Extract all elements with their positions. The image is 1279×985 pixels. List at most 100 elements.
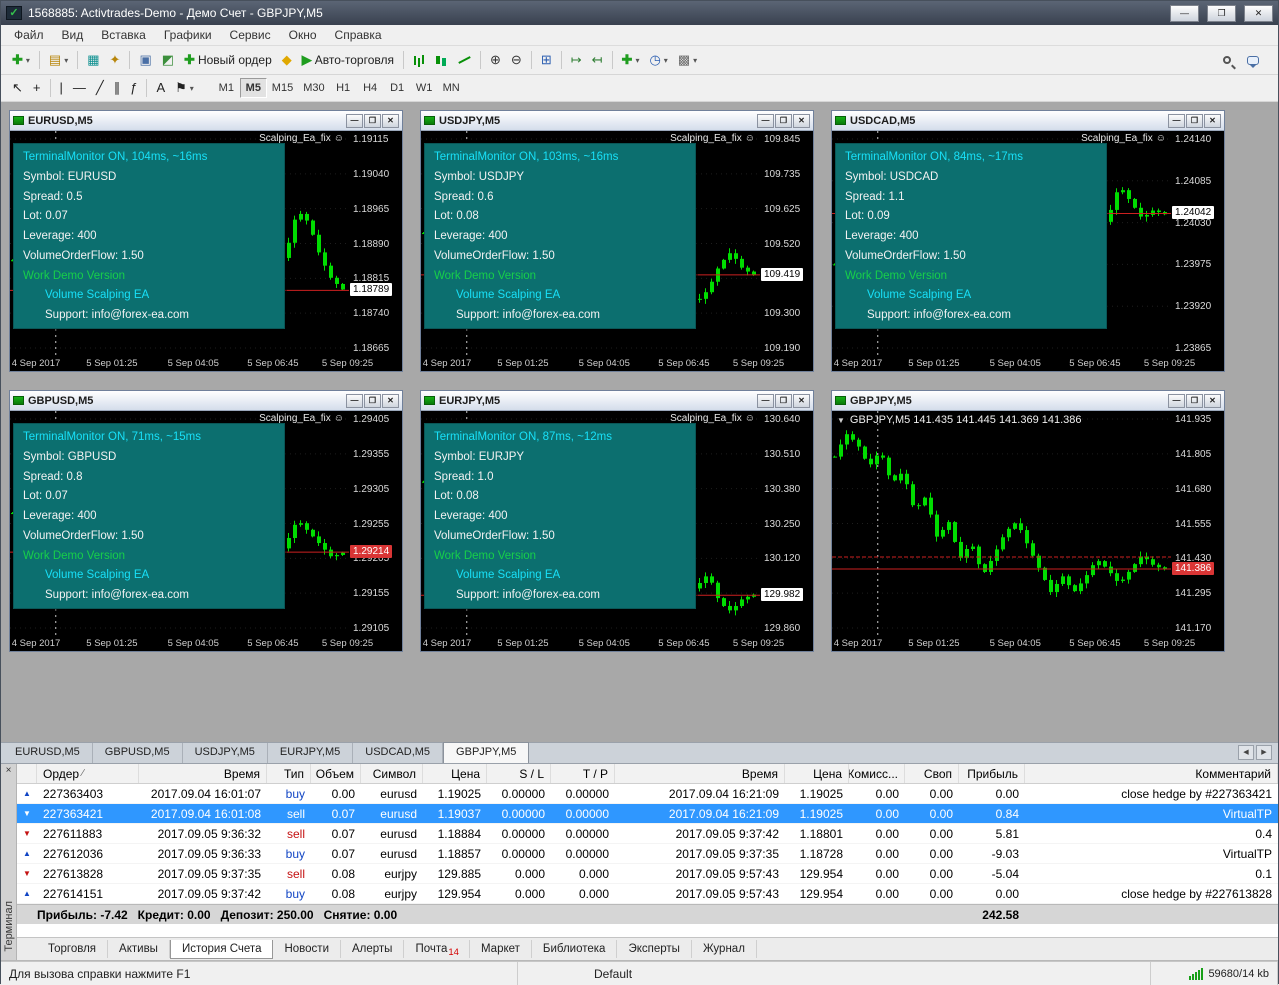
chart-close-button[interactable]: ✕ — [1204, 113, 1221, 128]
chart-restore-button[interactable]: ❐ — [1186, 393, 1203, 408]
timeframe-M15[interactable]: M15 — [267, 78, 298, 98]
terminal-tab-Журнал[interactable]: Журнал — [692, 940, 757, 958]
chart-restore-button[interactable]: ❐ — [775, 113, 792, 128]
chart-tab-EURJPYM5[interactable]: EURJPY,M5 — [268, 743, 354, 763]
terminal-tab-Эксперты[interactable]: Эксперты — [617, 940, 692, 958]
trendline-button[interactable]: ╱ — [91, 78, 109, 98]
auto-scroll-button[interactable]: ↦ — [566, 50, 587, 70]
history-row[interactable]: ▼ 227363421 2017.09.04 16:01:08 sell 0.07 eur… — [17, 804, 1278, 824]
new-chart-button[interactable]: ✚ ▾ — [7, 50, 35, 70]
cursor-button[interactable]: ↖ — [7, 78, 28, 98]
autotrading-button[interactable]: ▶ Авто-торговля — [297, 50, 399, 70]
arrows-button[interactable]: ⚑ ▾ — [170, 78, 199, 98]
chart-minimize-button[interactable]: — — [346, 113, 363, 128]
chart-close-button[interactable]: ✕ — [793, 113, 810, 128]
column-header-symbol[interactable]: Символ — [361, 764, 423, 783]
market-watch-button[interactable]: ▦ — [82, 50, 104, 70]
timeframe-M30[interactable]: M30 — [298, 78, 329, 98]
column-header-close_price[interactable]: Цена — [785, 764, 849, 783]
navigator-button[interactable]: ✦ — [105, 50, 126, 70]
history-row[interactable]: ▼ 227613828 2017.09.05 9:37:35 sell 0.08 eurj… — [17, 864, 1278, 884]
history-row[interactable]: ▲ 227614151 2017.09.05 9:37:42 buy 0.08 eurjp… — [17, 884, 1278, 904]
column-header-tp[interactable]: T / P — [551, 764, 615, 783]
chart-restore-button[interactable]: ❐ — [364, 393, 381, 408]
menu-Вставка[interactable]: Вставка — [92, 26, 155, 44]
timeframe-H4[interactable]: H4 — [357, 78, 384, 98]
terminal-tab-Маркет[interactable]: Маркет — [470, 940, 532, 958]
column-header-profit[interactable]: Прибыль — [959, 764, 1025, 783]
menu-Графики[interactable]: Графики — [155, 26, 221, 44]
history-row[interactable]: ▲ 227363403 2017.09.04 16:01:07 buy 0.00 euru… — [17, 784, 1278, 804]
history-row[interactable]: ▲ 227612036 2017.09.05 9:36:33 buy 0.07 eurus… — [17, 844, 1278, 864]
timeframe-D1[interactable]: D1 — [384, 78, 411, 98]
chart-tab-USDJPYM5[interactable]: USDJPY,M5 — [183, 743, 268, 763]
timeframe-M1[interactable]: M1 — [213, 78, 240, 98]
chart-restore-button[interactable]: ❐ — [1186, 113, 1203, 128]
chart-tab-GBPUSDM5[interactable]: GBPUSD,M5 — [93, 743, 183, 763]
chart-tab-GBPJPYM5[interactable]: GBPJPY,M5 — [443, 742, 530, 763]
terminal-tab-Алерты[interactable]: Алерты — [341, 940, 405, 958]
text-button[interactable]: A — [151, 78, 170, 98]
column-header-open_price[interactable]: Цена — [423, 764, 487, 783]
column-header-comment[interactable]: Комментарий — [1025, 764, 1278, 783]
chart-minimize-button[interactable]: — — [1168, 393, 1185, 408]
tile-windows-button[interactable]: ⊞ — [536, 50, 557, 70]
terminal-tab-Активы[interactable]: Активы — [108, 940, 170, 958]
chart-restore-button[interactable]: ❐ — [775, 393, 792, 408]
zoom-out-button[interactable]: ⊖ — [506, 50, 527, 70]
timeframe-H1[interactable]: H1 — [330, 78, 357, 98]
column-header-sl[interactable]: S / L — [487, 764, 551, 783]
line-chart-button[interactable] — [453, 56, 476, 64]
terminal-tab-Новости[interactable]: Новости — [273, 940, 341, 958]
templates-button[interactable]: ▩ ▾ — [673, 50, 702, 70]
horizontal-line-button[interactable]: — — [68, 78, 91, 98]
terminal-close-button[interactable]: × — [6, 764, 12, 776]
crosshair-button[interactable]: + — [28, 78, 46, 98]
terminal-tab-История Счета[interactable]: История Счета — [169, 939, 274, 959]
vertical-line-button[interactable]: | — [55, 78, 68, 98]
chart-minimize-button[interactable]: — — [1168, 113, 1185, 128]
menu-Сервис[interactable]: Сервис — [221, 26, 280, 44]
chart-tab-USDCADM5[interactable]: USDCAD,M5 — [353, 743, 444, 763]
fibonacci-button[interactable]: ƒ — [125, 78, 142, 98]
close-button[interactable]: ✕ — [1244, 4, 1273, 22]
terminal-tab-Почта[interactable]: Почта14 — [404, 940, 470, 958]
maximize-button[interactable]: ❐ — [1207, 4, 1236, 22]
chart-minimize-button[interactable]: — — [757, 393, 774, 408]
metaeditor-button[interactable]: ◆ — [277, 50, 297, 70]
chart-close-button[interactable]: ✕ — [1204, 393, 1221, 408]
terminal-panel-button[interactable]: ▣ — [134, 50, 156, 70]
chart-shift-button[interactable]: ↤ — [587, 50, 608, 70]
menu-Вид[interactable]: Вид — [53, 26, 93, 44]
chart-close-button[interactable]: ✕ — [382, 393, 399, 408]
column-header-open_time[interactable]: Время — [139, 764, 267, 783]
chart-minimize-button[interactable]: — — [346, 393, 363, 408]
chart-close-button[interactable]: ✕ — [793, 393, 810, 408]
search-button[interactable] — [1218, 53, 1236, 67]
tab-scroll-right-button[interactable]: ▶ — [1256, 745, 1272, 760]
timeframe-W1[interactable]: W1 — [411, 78, 438, 98]
chart-minimize-button[interactable]: — — [757, 113, 774, 128]
chart-tab-EURUSDM5[interactable]: EURUSD,M5 — [3, 743, 93, 763]
column-header-commission[interactable]: Комисс... — [849, 764, 905, 783]
column-header-order[interactable]: Ордер ∕ — [37, 764, 139, 783]
candlestick-chart-button[interactable] — [430, 53, 453, 67]
strategy-tester-button[interactable]: ◩ — [157, 50, 179, 70]
column-header-close_time[interactable]: Время — [615, 764, 785, 783]
collapse-arrow-icon[interactable]: ▼ — [837, 416, 845, 425]
column-header-volume[interactable]: Объем — [311, 764, 361, 783]
menu-Справка[interactable]: Справка — [326, 26, 391, 44]
periods-button[interactable]: ◷ ▾ — [644, 50, 672, 70]
menu-Окно[interactable]: Окно — [280, 26, 326, 44]
chat-button[interactable] — [1242, 53, 1264, 68]
terminal-tab-Библиотека[interactable]: Библиотека — [532, 940, 618, 958]
status-profile[interactable]: Default — [518, 962, 1151, 985]
new-order-button[interactable]: ✚ Новый ордер — [179, 50, 277, 70]
chart-restore-button[interactable]: ❐ — [364, 113, 381, 128]
channel-button[interactable]: ∥ — [109, 78, 126, 98]
history-row[interactable]: ▼ 227611883 2017.09.05 9:36:32 sell 0.07 euru… — [17, 824, 1278, 844]
terminal-tab-Торговля[interactable]: Торговля — [37, 940, 109, 958]
bar-chart-button[interactable] — [408, 53, 430, 68]
indicators-button[interactable]: ✚ ▾ — [617, 50, 645, 70]
column-header-type[interactable]: Тип — [267, 764, 311, 783]
